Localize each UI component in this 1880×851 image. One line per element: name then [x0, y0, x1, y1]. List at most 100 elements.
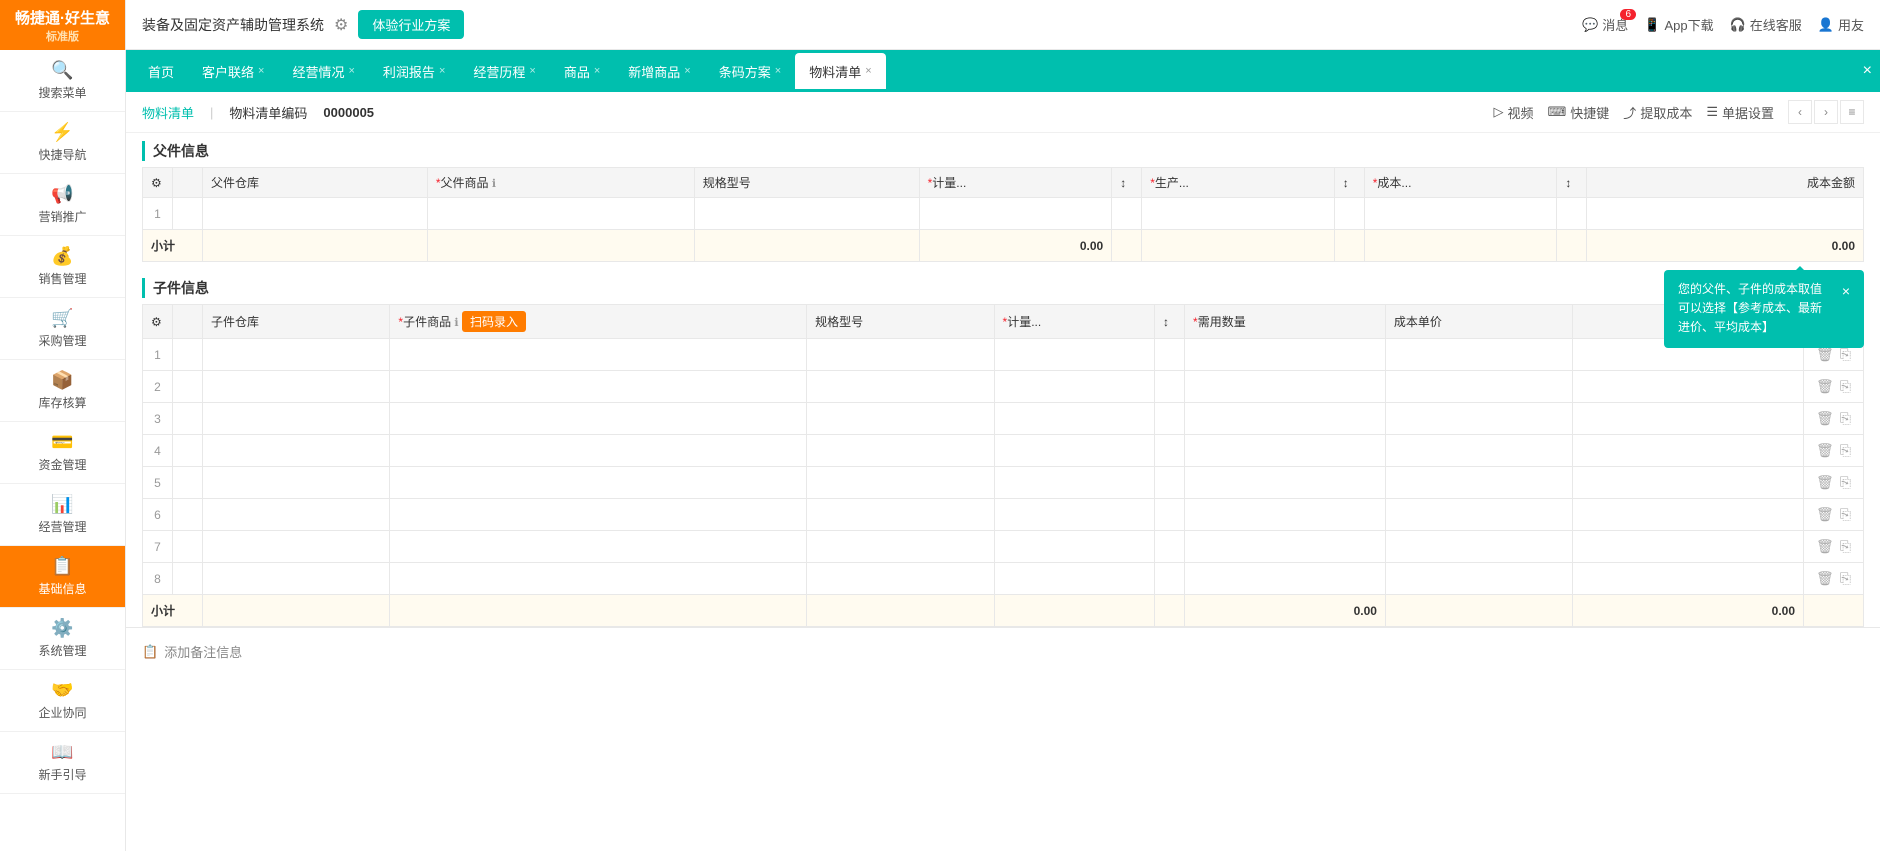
child-row-spec[interactable]: [807, 467, 994, 499]
child-row-spec[interactable]: [807, 563, 994, 595]
sidebar-item-collab[interactable]: 🤝 企业协同: [0, 670, 125, 732]
tab-operations[interactable]: 经营情况 ×: [278, 53, 368, 89]
child-row-qty[interactable]: [1185, 499, 1386, 531]
copy-icon[interactable]: ⎘: [1840, 506, 1851, 523]
sidebar-item-guide[interactable]: 📖 新手引导: [0, 732, 125, 794]
delete-icon[interactable]: 🗑: [1816, 442, 1834, 459]
tab-goods[interactable]: 商品 ×: [550, 53, 614, 89]
child-row-product[interactable]: [390, 339, 807, 371]
tab-barcode[interactable]: 条码方案 ×: [705, 53, 795, 89]
child-row-spec[interactable]: [807, 339, 994, 371]
child-row-product[interactable]: [390, 435, 807, 467]
close-all-tabs-button[interactable]: ×: [1863, 62, 1872, 80]
child-row-qty[interactable]: [1185, 563, 1386, 595]
child-row-unit-cost[interactable]: [1385, 563, 1572, 595]
user-button[interactable]: 👤 用友: [1818, 15, 1864, 34]
child-row-unit[interactable]: [994, 435, 1155, 467]
scan-button[interactable]: 扫码录入: [462, 311, 526, 332]
tab-bom-close[interactable]: ×: [865, 65, 871, 77]
sidebar-item-inventory[interactable]: 📦 库存核算: [0, 360, 125, 422]
child-row-spec[interactable]: [807, 531, 994, 563]
parent-row-unit[interactable]: [919, 198, 1112, 230]
child-row-product[interactable]: [390, 499, 807, 531]
copy-icon[interactable]: ⎘: [1840, 442, 1851, 459]
child-row-qty[interactable]: [1185, 403, 1386, 435]
shortcut-button[interactable]: ⌨ 快捷键: [1548, 103, 1610, 122]
child-row-qty[interactable]: [1185, 339, 1386, 371]
child-row-unit-cost[interactable]: [1385, 531, 1572, 563]
child-row-unit-cost[interactable]: [1385, 339, 1572, 371]
delete-icon[interactable]: 🗑: [1816, 410, 1834, 427]
parent-row-product[interactable]: [427, 198, 694, 230]
child-row-unit[interactable]: [994, 339, 1155, 371]
app-download-button[interactable]: 📱 App下载: [1644, 15, 1713, 34]
copy-icon[interactable]: ⎘: [1840, 410, 1851, 427]
child-row-warehouse[interactable]: [203, 563, 390, 595]
parent-col-setting[interactable]: ⚙: [143, 168, 173, 198]
parent-row-production[interactable]: [1142, 198, 1335, 230]
tooltip-close-button[interactable]: ×: [1842, 280, 1850, 302]
child-row-unit[interactable]: [994, 403, 1155, 435]
sidebar-item-purchase[interactable]: 🛒 采购管理: [0, 298, 125, 360]
sidebar-item-finance[interactable]: 💳 资金管理: [0, 422, 125, 484]
tab-profit[interactable]: 利润报告 ×: [369, 53, 459, 89]
tab-bom[interactable]: 物料清单 ×: [795, 53, 885, 89]
child-row-warehouse[interactable]: [203, 403, 390, 435]
tab-customer[interactable]: 客户联络 ×: [188, 53, 278, 89]
child-row-product[interactable]: [390, 563, 807, 595]
extract-cost-button[interactable]: ⤴ 提取成本: [1623, 103, 1692, 122]
copy-icon[interactable]: ⎘: [1840, 570, 1851, 587]
breadcrumb[interactable]: 物料清单: [142, 103, 194, 122]
child-row-unit[interactable]: [994, 467, 1155, 499]
parent-row-warehouse[interactable]: [203, 198, 428, 230]
delete-icon[interactable]: 🗑: [1816, 474, 1834, 491]
child-row-unit-cost[interactable]: [1385, 435, 1572, 467]
parent-row-spec[interactable]: [694, 198, 919, 230]
copy-icon[interactable]: ⎘: [1840, 346, 1851, 363]
child-row-unit-cost[interactable]: [1385, 371, 1572, 403]
child-row-unit[interactable]: [994, 371, 1155, 403]
child-row-warehouse[interactable]: [203, 435, 390, 467]
view-button[interactable]: ▷ 视频: [1494, 103, 1534, 122]
child-row-product[interactable]: [390, 371, 807, 403]
child-col-setting[interactable]: ⚙: [143, 305, 173, 339]
tab-goods-close[interactable]: ×: [594, 65, 600, 77]
settings-gear-icon[interactable]: ⚙: [334, 15, 348, 35]
delete-icon[interactable]: 🗑: [1816, 570, 1834, 587]
sidebar-item-operations[interactable]: 📊 经营管理: [0, 484, 125, 546]
child-row-qty[interactable]: [1185, 435, 1386, 467]
tab-barcode-close[interactable]: ×: [775, 65, 781, 77]
child-row-unit-cost[interactable]: [1385, 467, 1572, 499]
child-row-unit[interactable]: [994, 531, 1155, 563]
sidebar-item-quick-nav[interactable]: ⚡ 快捷导航: [0, 112, 125, 174]
copy-icon[interactable]: ⎘: [1840, 474, 1851, 491]
child-row-spec[interactable]: [807, 499, 994, 531]
parent-row-cost[interactable]: [1364, 198, 1557, 230]
sidebar-item-sales[interactable]: 💰 销售管理: [0, 236, 125, 298]
tab-new-goods-close[interactable]: ×: [684, 65, 690, 77]
tab-home[interactable]: 首页: [134, 53, 188, 89]
sidebar-item-basic-info[interactable]: 📋 基础信息: [0, 546, 125, 608]
child-row-warehouse[interactable]: [203, 499, 390, 531]
tab-operations-close[interactable]: ×: [348, 65, 354, 77]
online-service-button[interactable]: 🎧 在线客服: [1730, 15, 1802, 34]
tab-new-goods[interactable]: 新增商品 ×: [614, 53, 704, 89]
tab-ops-history-close[interactable]: ×: [529, 65, 535, 77]
child-row-product[interactable]: [390, 467, 807, 499]
delete-icon[interactable]: 🗑: [1816, 538, 1834, 555]
tab-ops-history[interactable]: 经营历程 ×: [459, 53, 549, 89]
delete-icon[interactable]: 🗑: [1816, 346, 1834, 363]
trial-button[interactable]: 体验行业方案: [358, 10, 464, 39]
message-button[interactable]: 💬 消息 6: [1582, 15, 1628, 34]
sidebar-item-system[interactable]: ⚙️ 系统管理: [0, 608, 125, 670]
child-row-qty[interactable]: [1185, 371, 1386, 403]
child-row-unit-cost[interactable]: [1385, 403, 1572, 435]
list-view-button[interactable]: ≡: [1840, 100, 1864, 124]
sidebar-item-search[interactable]: 🔍 搜索菜单: [0, 50, 125, 112]
child-row-unit[interactable]: [994, 563, 1155, 595]
tab-customer-close[interactable]: ×: [258, 65, 264, 77]
child-row-product[interactable]: [390, 403, 807, 435]
copy-icon[interactable]: ⎘: [1840, 378, 1851, 395]
child-row-spec[interactable]: [807, 371, 994, 403]
child-row-spec[interactable]: [807, 403, 994, 435]
